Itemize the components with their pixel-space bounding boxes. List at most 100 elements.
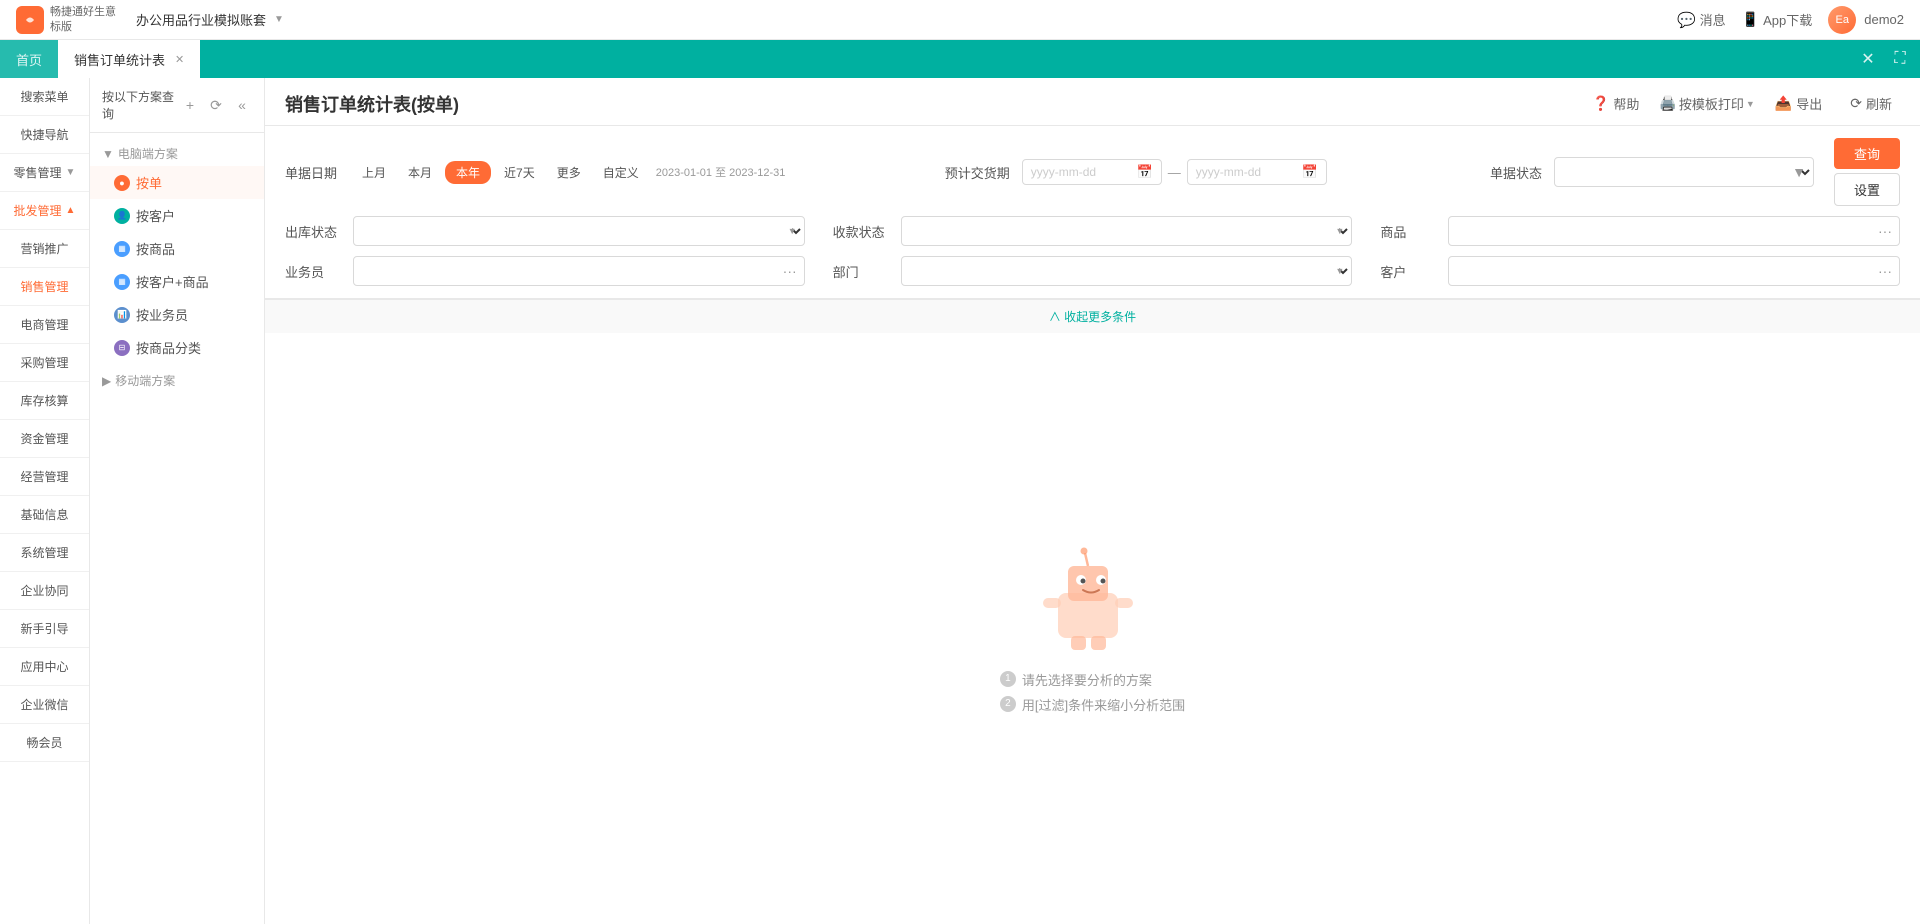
scheme-section: ▼ 电脑端方案 ● 按单 👤 按客户 ▦ 按商品 ▦ 按客户+商品 (90, 133, 264, 401)
date-label: 单据日期 (285, 163, 341, 182)
message-icon: 💬 (1677, 11, 1696, 29)
tab-sales-order[interactable]: 销售订单统计表 ✕ (58, 40, 200, 78)
salesperson-more-icon[interactable]: ··· (783, 263, 797, 279)
delivery-select[interactable] (353, 216, 805, 246)
payment-select-wrapper: ▼ (901, 216, 1353, 246)
desktop-scheme-title: ▼ 电脑端方案 (90, 141, 264, 166)
left-panel-header: 按以下方案查询 + ⟳ « (90, 78, 264, 133)
add-scheme-button[interactable]: + (180, 95, 200, 115)
payment-select[interactable] (901, 216, 1353, 246)
status-dropdown-icon: ▼ (1792, 164, 1806, 180)
scheme-item-customer[interactable]: 👤 按客户 (90, 199, 264, 232)
settings-button[interactable]: 设置 (1834, 173, 1900, 206)
sidebar-item-wholesale[interactable]: 批发管理 ▲ (0, 192, 89, 230)
help-button[interactable]: ❓ 帮助 (1584, 90, 1647, 117)
logo-area: 畅捷通好生意 标版 (16, 5, 116, 34)
sidebar-item-newuser[interactable]: 新手引导 (0, 610, 89, 648)
avatar: Ea (1828, 6, 1856, 34)
scheme-item-category[interactable]: ⊟ 按商品分类 (90, 331, 264, 364)
date-btn-7days[interactable]: 近7天 (495, 161, 544, 184)
maximize-button[interactable]: ⛶ (1888, 47, 1912, 71)
scheme-item-salesperson[interactable]: 📊 按业务员 (90, 298, 264, 331)
collapse-panel-button[interactable]: « (232, 95, 252, 115)
salesperson-input-wrapper: ··· (353, 256, 805, 286)
sidebar: 搜索菜单 快捷导航 零售管理 ▼ 批发管理 ▲ 营销推广 销售管理 电商管理 采… (0, 78, 90, 924)
expected-date-inputs: yyyy-mm-dd 📅 — yyyy-mm-dd 📅 (1022, 159, 1327, 185)
status-label: 单据状态 (1486, 163, 1542, 182)
template-print-button[interactable]: 🖨️ 按模板打印 ▼ (1659, 94, 1754, 113)
sidebar-item-base[interactable]: 基础信息 (0, 496, 89, 534)
user-menu[interactable]: Ea demo2 (1828, 6, 1904, 34)
tab-close-icon[interactable]: ✕ (175, 53, 184, 66)
tip2-num: 2 (1000, 696, 1016, 712)
expected-date-start[interactable]: yyyy-mm-dd 📅 (1022, 159, 1162, 185)
date-btn-thisyear[interactable]: 本年 (445, 161, 491, 184)
department-select[interactable] (901, 256, 1353, 286)
sidebar-item-wechat[interactable]: 企业微信 (0, 686, 89, 724)
message-button[interactable]: 💬 消息 (1677, 10, 1726, 29)
scheme-icon-category: ⊟ (114, 340, 130, 356)
sidebar-item-ecommerce[interactable]: 电商管理 (0, 306, 89, 344)
sidebar-item-retail[interactable]: 零售管理 ▼ (0, 154, 89, 192)
goods-more-icon[interactable]: ··· (1878, 223, 1892, 239)
date-btn-custom[interactable]: 自定义 (594, 161, 648, 184)
app-download-button[interactable]: 📱 App下载 (1742, 10, 1813, 29)
export-icon: 📤 (1775, 95, 1792, 112)
breadcrumb-arrow-icon[interactable]: ▼ (274, 14, 284, 25)
sidebar-item-purchase[interactable]: 采购管理 (0, 344, 89, 382)
department-select-wrapper: ▼ (901, 256, 1353, 286)
expected-date-end[interactable]: yyyy-mm-dd 📅 (1187, 159, 1327, 185)
refresh-button[interactable]: ⟳ 刷新 (1842, 90, 1900, 117)
goods-input-wrapper: ··· (1448, 216, 1900, 246)
scheme-item-goods[interactable]: ▦ 按商品 (90, 232, 264, 265)
wholesale-arrow-icon: ▲ (66, 205, 76, 216)
delivery-dropdown-icon: ▼ (788, 226, 797, 236)
scheme-item-order[interactable]: ● 按单 (90, 166, 264, 199)
sidebar-item-finance[interactable]: 资金管理 (0, 420, 89, 458)
refresh-icon: ⟳ (1850, 95, 1862, 112)
goods-input[interactable] (1448, 216, 1900, 246)
empty-state-tips: 1 请先选择要分析的方案 2 用[过滤]条件来缩小分析范围 (1000, 670, 1185, 720)
sidebar-item-operations[interactable]: 经营管理 (0, 458, 89, 496)
sidebar-item-sales[interactable]: 销售管理 (0, 268, 89, 306)
left-panel: 按以下方案查询 + ⟳ « ▼ 电脑端方案 ● 按单 👤 按客户 (90, 78, 265, 924)
sidebar-item-search[interactable]: 搜索菜单 (0, 78, 89, 116)
status-select[interactable] (1554, 157, 1814, 187)
customer-more-icon[interactable]: ··· (1878, 263, 1892, 279)
scheme-icon-goods: ▦ (114, 241, 130, 257)
tip1-text: 请先选择要分析的方案 (1022, 670, 1152, 689)
header-right: 💬 消息 📱 App下载 Ea demo2 (1677, 6, 1904, 34)
date-btn-lastmonth[interactable]: 上月 (353, 161, 395, 184)
scheme-item-combo[interactable]: ▦ 按客户+商品 (90, 265, 264, 298)
salesperson-input[interactable] (353, 256, 805, 286)
customer-input[interactable] (1448, 256, 1900, 286)
sidebar-item-quicknav[interactable]: 快捷导航 (0, 116, 89, 154)
sidebar-item-system[interactable]: 系统管理 (0, 534, 89, 572)
top-header: 畅捷通好生意 标版 办公用品行业模拟账套 ▼ 💬 消息 📱 App下载 Ea d… (0, 0, 1920, 40)
sidebar-item-inventory[interactable]: 库存核算 (0, 382, 89, 420)
export-button[interactable]: 📤 导出 (1767, 90, 1830, 117)
tab-home[interactable]: 首页 (0, 40, 58, 78)
date-btn-thismonth[interactable]: 本月 (399, 161, 441, 184)
refresh-scheme-button[interactable]: ⟳ (206, 95, 226, 115)
download-icon: 📱 (1742, 11, 1759, 28)
breadcrumb: 办公用品行业模拟账套 (136, 10, 266, 29)
department-label: 部门 (833, 262, 889, 281)
tab-bar: 首页 销售订单统计表 ✕ ✕ ⛶ (0, 40, 1920, 78)
scheme-icon-order: ● (114, 175, 130, 191)
collapse-bar[interactable]: ∧ 收起更多条件 (265, 299, 1920, 333)
logo-text: 畅捷通好生意 标版 (50, 5, 116, 34)
calendar-start-icon: 📅 (1137, 164, 1153, 180)
close-window-button[interactable]: ✕ (1856, 47, 1880, 71)
mobile-scheme-title: ▶ 移动端方案 (90, 368, 264, 393)
date-btn-more[interactable]: 更多 (548, 161, 590, 184)
sidebar-item-enterprise[interactable]: 企业协同 (0, 572, 89, 610)
sidebar-item-member[interactable]: 畅会员 (0, 724, 89, 762)
tip1-num: 1 (1000, 671, 1016, 687)
print-dropdown-icon: ▼ (1746, 99, 1755, 109)
query-button[interactable]: 查询 (1834, 138, 1900, 169)
filter-row-1: 单据日期 上月 本月 本年 近7天 更多 自定义 2023-01-01 至 20… (285, 138, 1900, 206)
sidebar-item-appcenter[interactable]: 应用中心 (0, 648, 89, 686)
left-panel-actions: + ⟳ « (180, 95, 252, 115)
sidebar-item-marketing[interactable]: 营销推广 (0, 230, 89, 268)
